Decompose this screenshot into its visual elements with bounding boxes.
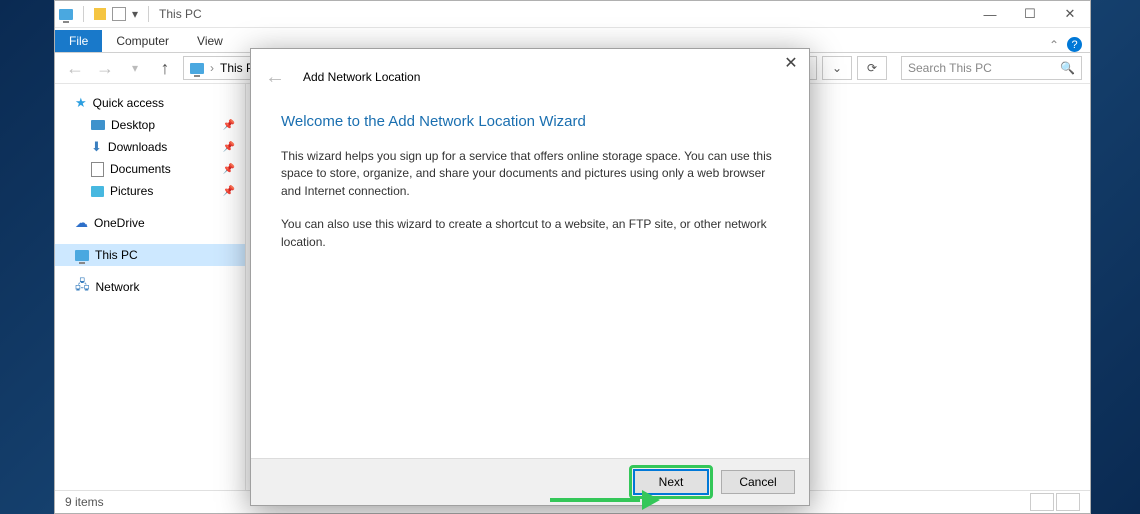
qat-checkbox-icon[interactable] bbox=[112, 7, 126, 21]
nav-recent-dropdown[interactable]: ▾ bbox=[123, 56, 147, 80]
refresh-button[interactable]: ⟳ bbox=[857, 56, 887, 80]
qat-dropdown-icon[interactable]: ▾ bbox=[132, 7, 138, 21]
nav-network[interactable]: 🖧Network bbox=[55, 276, 245, 298]
nav-back-button[interactable]: ← bbox=[63, 56, 87, 80]
search-icon: 🔍 bbox=[1060, 61, 1075, 75]
nav-desktop[interactable]: Desktop📌 bbox=[55, 114, 245, 136]
dialog-body: Welcome to the Add Network Location Wiza… bbox=[251, 105, 809, 458]
search-placeholder: Search This PC bbox=[908, 61, 992, 75]
nav-onedrive[interactable]: ☁OneDrive bbox=[55, 212, 245, 234]
pin-icon: 📌 bbox=[223, 142, 235, 153]
app-icon bbox=[59, 9, 73, 20]
annotation-arrow bbox=[550, 490, 660, 510]
add-network-location-dialog: ← Add Network Location ✕ Welcome to the … bbox=[250, 48, 810, 506]
pin-icon: 📌 bbox=[223, 164, 235, 175]
dialog-back-button: ← bbox=[265, 66, 285, 89]
nav-documents[interactable]: Documents📌 bbox=[55, 158, 245, 180]
cancel-button[interactable]: Cancel bbox=[721, 470, 795, 494]
nav-up-button[interactable]: ↑ bbox=[153, 56, 177, 80]
nav-forward-button: → bbox=[93, 56, 117, 80]
tab-computer[interactable]: Computer bbox=[102, 30, 183, 52]
dialog-paragraph-2: You can also use this wizard to create a… bbox=[281, 216, 779, 251]
dialog-title: Add Network Location bbox=[303, 70, 420, 84]
dialog-header: ← Add Network Location ✕ bbox=[251, 49, 809, 105]
tab-view[interactable]: View bbox=[183, 30, 237, 52]
pin-icon: 📌 bbox=[223, 186, 235, 197]
window-title: This PC bbox=[159, 7, 202, 21]
view-icons-button[interactable] bbox=[1056, 493, 1080, 511]
nav-quick-access[interactable]: ★Quick access bbox=[55, 92, 245, 114]
nav-pictures[interactable]: Pictures📌 bbox=[55, 180, 245, 202]
search-box[interactable]: Search This PC 🔍 bbox=[901, 56, 1082, 80]
dialog-paragraph-1: This wizard helps you sign up for a serv… bbox=[281, 148, 779, 200]
maximize-button[interactable]: ☐ bbox=[1010, 1, 1050, 27]
dialog-heading: Welcome to the Add Network Location Wiza… bbox=[281, 113, 779, 130]
close-button[interactable]: ✕ bbox=[1050, 1, 1090, 27]
navigation-pane: ★Quick access Desktop📌 ⬇Downloads📌 Docum… bbox=[55, 84, 246, 490]
address-pc-icon bbox=[190, 63, 204, 74]
help-icon[interactable]: ? bbox=[1067, 37, 1082, 52]
ribbon-expand-icon[interactable]: ⌃ bbox=[1049, 38, 1059, 52]
minimize-button[interactable]: — bbox=[970, 1, 1010, 27]
status-item-count: 9 items bbox=[65, 495, 104, 509]
view-details-button[interactable] bbox=[1030, 493, 1054, 511]
pin-icon: 📌 bbox=[223, 120, 235, 131]
nav-downloads[interactable]: ⬇Downloads📌 bbox=[55, 136, 245, 158]
dialog-close-button[interactable]: ✕ bbox=[781, 53, 801, 73]
dialog-footer: Next Cancel bbox=[251, 458, 809, 505]
nav-this-pc[interactable]: This PC bbox=[55, 244, 245, 266]
qat-properties-icon[interactable] bbox=[94, 8, 106, 20]
tab-file[interactable]: File bbox=[55, 30, 102, 52]
address-dropdown-button[interactable]: ⌄ bbox=[822, 56, 852, 80]
titlebar: ▾ This PC — ☐ ✕ bbox=[55, 1, 1090, 28]
